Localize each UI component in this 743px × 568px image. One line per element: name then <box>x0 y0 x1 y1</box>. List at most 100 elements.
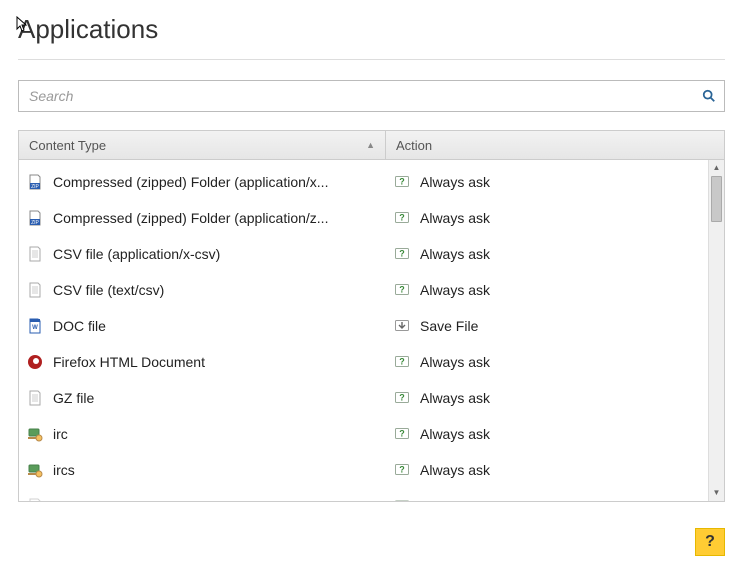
ask-icon: ? <box>394 210 410 226</box>
sort-icon: ▲ <box>366 140 375 150</box>
table-row[interactable]: CSV file (application/x-csv) ?Always ask <box>19 236 708 272</box>
applications-table: Content Type ▲ Action ZIP Compressed (zip… <box>18 130 725 502</box>
content-type-label: ISO file <box>53 498 99 501</box>
action-label: Always ask <box>420 498 490 501</box>
action-cell[interactable]: ? Always ask <box>386 462 708 478</box>
table-row[interactable]: W DOC file Save File <box>19 308 708 344</box>
svg-text:?: ? <box>399 357 405 367</box>
table-row[interactable]: ZIP Compressed (zipped) Folder (applicati… <box>19 164 708 200</box>
action-cell[interactable]: ? Always ask <box>386 426 708 442</box>
svg-text:?: ? <box>399 285 405 295</box>
svg-text:?: ? <box>399 393 405 403</box>
svg-text:?: ? <box>399 501 405 502</box>
cursor-icon <box>15 16 29 34</box>
content-type-label: CSV file (application/x-csv) <box>53 246 220 262</box>
action-label: Save File <box>420 318 478 334</box>
scroll-up-arrow[interactable]: ▲ <box>709 160 725 176</box>
column-header-action[interactable]: Action <box>386 131 724 159</box>
content-type-label: GZ file <box>53 390 94 406</box>
svg-text:ZIP: ZIP <box>31 184 39 190</box>
content-type-label: Compressed (zipped) Folder (application/… <box>53 174 328 190</box>
ask-icon: ? <box>394 462 410 478</box>
table-row[interactable]: ircs? Always ask <box>19 452 708 488</box>
search-field[interactable] <box>18 80 725 112</box>
content-type-label: Firefox HTML Document <box>53 354 205 370</box>
action-cell[interactable]: ?Always ask <box>386 282 708 298</box>
action-cell[interactable]: Save File <box>386 318 708 334</box>
content-type-label: irc <box>53 426 68 442</box>
action-cell[interactable]: ? Always ask <box>386 210 708 226</box>
ask-icon: ? <box>394 426 410 442</box>
save-icon <box>394 318 410 334</box>
file-icon <box>27 282 43 298</box>
irc-icon <box>27 426 43 442</box>
content-type-label: CSV file (text/csv) <box>53 282 164 298</box>
content-type-cell: CSV file (text/csv) <box>19 282 386 298</box>
file-icon <box>27 498 43 501</box>
content-type-cell: ISO file <box>19 498 386 501</box>
ask-icon: ? <box>394 246 410 262</box>
file-icon <box>27 246 43 262</box>
table-row[interactable]: Firefox HTML Document? Always ask <box>19 344 708 380</box>
scroll-thumb[interactable] <box>711 176 722 222</box>
ask-icon: ? <box>394 390 410 406</box>
action-cell[interactable]: ? Always ask <box>386 498 708 501</box>
action-label: Always ask <box>420 354 490 370</box>
search-input[interactable] <box>29 88 702 104</box>
content-type-label: ircs <box>53 462 75 478</box>
action-label: Always ask <box>420 210 490 226</box>
help-button[interactable]: ? <box>695 528 725 556</box>
table-row[interactable]: irc? Always ask <box>19 416 708 452</box>
zip-icon: ZIP <box>27 174 43 190</box>
search-icon[interactable] <box>702 89 716 103</box>
action-cell[interactable]: ?Always ask <box>386 246 708 262</box>
content-type-cell: ircs <box>19 462 386 478</box>
irc-icon <box>27 462 43 478</box>
table-row[interactable]: CSV file (text/csv) ?Always ask <box>19 272 708 308</box>
doc-icon: W <box>27 318 43 334</box>
column-header-content-type-label: Content Type <box>29 138 106 153</box>
content-type-label: Compressed (zipped) Folder (application/… <box>53 210 328 226</box>
content-type-cell: ZIP Compressed (zipped) Folder (applicati… <box>19 174 386 190</box>
table-row[interactable]: ZIP Compressed (zipped) Folder (applicati… <box>19 200 708 236</box>
svg-text:?: ? <box>399 465 405 475</box>
file-icon <box>27 390 43 406</box>
action-label: Always ask <box>420 426 490 442</box>
help-button-label: ? <box>705 533 715 551</box>
table-body: ZIP Compressed (zipped) Folder (applicati… <box>19 160 708 501</box>
action-cell[interactable]: ? Always ask <box>386 354 708 370</box>
action-cell[interactable]: ? Always ask <box>386 174 708 190</box>
scrollbar[interactable]: ▲ ▼ <box>708 160 724 501</box>
ask-icon: ? <box>394 174 410 190</box>
action-cell[interactable]: ? Always ask <box>386 390 708 406</box>
action-label: Always ask <box>420 390 490 406</box>
table-row[interactable]: GZ file? Always ask <box>19 380 708 416</box>
content-type-cell: irc <box>19 426 386 442</box>
table-header: Content Type ▲ Action <box>19 131 724 160</box>
column-header-action-label: Action <box>396 138 432 153</box>
ask-icon: ? <box>394 354 410 370</box>
page-title: Applications <box>18 14 725 45</box>
ask-icon: ? <box>394 282 410 298</box>
ask-icon: ? <box>394 498 410 501</box>
svg-text:ZIP: ZIP <box>31 220 39 226</box>
zip-icon: ZIP <box>27 210 43 226</box>
svg-text:?: ? <box>399 249 405 259</box>
scroll-down-arrow[interactable]: ▼ <box>709 485 725 501</box>
svg-text:?: ? <box>399 429 405 439</box>
page-title-text: Applications <box>18 14 158 44</box>
svg-text:?: ? <box>399 177 405 187</box>
content-type-cell: ZIP Compressed (zipped) Folder (applicati… <box>19 210 386 226</box>
content-type-cell: Firefox HTML Document <box>19 354 386 370</box>
content-type-cell: CSV file (application/x-csv) <box>19 246 386 262</box>
action-label: Always ask <box>420 462 490 478</box>
divider <box>18 59 725 60</box>
svg-text:W: W <box>32 325 38 331</box>
table-row[interactable]: ISO file? Always ask <box>19 488 708 501</box>
content-type-label: DOC file <box>53 318 106 334</box>
svg-text:?: ? <box>399 213 405 223</box>
firefox-icon <box>27 354 43 370</box>
content-type-cell: W DOC file <box>19 318 386 334</box>
column-header-content-type[interactable]: Content Type ▲ <box>19 131 386 159</box>
action-label: Always ask <box>420 174 490 190</box>
